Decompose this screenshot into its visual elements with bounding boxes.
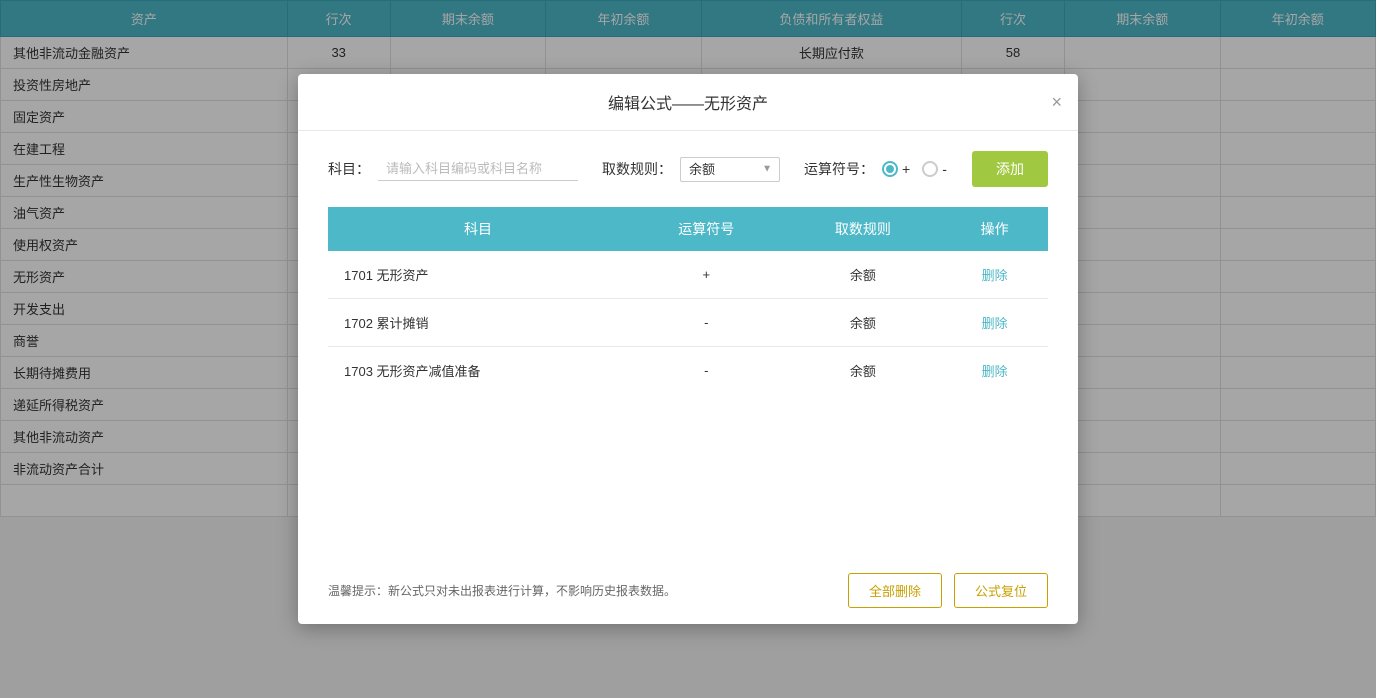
operator-minus-label: - — [942, 161, 947, 177]
edit-formula-modal: 编辑公式——无形资产 × 科目： 取数规则： 余额借方贷方借方发生额贷方发生额 … — [298, 74, 1078, 624]
operator-group: 运算符号： + - — [804, 159, 947, 179]
subject-input[interactable] — [378, 157, 578, 181]
radio-plus-indicator — [882, 161, 898, 177]
cell-operator: - — [628, 299, 785, 347]
delete-all-button[interactable]: 全部删除 — [848, 573, 942, 608]
formula-table: 科目运算符号取数规则操作 1701 无形资产+余额删除1702 累计摊销-余额删… — [328, 207, 1048, 394]
delete-row-button[interactable]: 删除 — [982, 313, 1008, 332]
subject-label: 科目： — [328, 159, 370, 179]
table-row: 1702 累计摊销-余额 删除 — [328, 299, 1048, 347]
footer-tip: 温馨提示：新公式只对未出报表进行计算，不影响历史报表数据。 — [328, 582, 676, 599]
table-row: 1701 无形资产+余额 删除 — [328, 251, 1048, 299]
delete-row-button[interactable]: 删除 — [982, 361, 1008, 380]
rule-group: 取数规则： 余额借方贷方借方发生额贷方发生额 ▼ — [602, 157, 780, 182]
reset-formula-button[interactable]: 公式复位 — [954, 573, 1048, 608]
footer-actions: 全部删除 公式复位 — [848, 573, 1048, 608]
operator-label: 运算符号： — [804, 159, 874, 179]
operator-minus-option[interactable]: - — [922, 161, 947, 177]
cell-rule: 余额 — [785, 251, 942, 299]
rule-label: 取数规则： — [602, 159, 672, 179]
rule-select[interactable]: 余额借方贷方借方发生额贷方发生额 — [680, 157, 780, 182]
cell-action: 删除 — [941, 347, 1048, 395]
modal-header: 编辑公式——无形资产 × — [298, 74, 1078, 131]
close-button[interactable]: × — [1051, 93, 1062, 111]
cell-subject: 1702 累计摊销 — [328, 299, 628, 347]
rule-select-wrapper: 余额借方贷方借方发生额贷方发生额 ▼ — [680, 157, 780, 182]
formula-table-area: 科目运算符号取数规则操作 1701 无形资产+余额删除1702 累计摊销-余额删… — [298, 207, 1078, 557]
modal-title: 编辑公式——无形资产 — [608, 90, 768, 114]
cell-subject: 1701 无形资产 — [328, 251, 628, 299]
form-row: 科目： 取数规则： 余额借方贷方借方发生额贷方发生额 ▼ 运算符号： + — [298, 131, 1078, 207]
cell-subject: 1703 无形资产减值准备 — [328, 347, 628, 395]
operator-plus-option[interactable]: + — [882, 161, 910, 177]
cell-operator: - — [628, 347, 785, 395]
cell-rule: 余额 — [785, 299, 942, 347]
cell-action: 删除 — [941, 299, 1048, 347]
operator-plus-label: + — [902, 161, 910, 177]
modal-footer: 温馨提示：新公式只对未出报表进行计算，不影响历史报表数据。 全部删除 公式复位 — [298, 557, 1078, 624]
cell-action: 删除 — [941, 251, 1048, 299]
cell-operator: + — [628, 251, 785, 299]
cell-rule: 余额 — [785, 347, 942, 395]
radio-minus-indicator — [922, 161, 938, 177]
subject-group: 科目： — [328, 157, 578, 181]
table-row: 1703 无形资产减值准备-余额 删除 — [328, 347, 1048, 395]
add-button[interactable]: 添加 — [972, 151, 1048, 187]
modal-overlay: 编辑公式——无形资产 × 科目： 取数规则： 余额借方贷方借方发生额贷方发生额 … — [0, 0, 1376, 698]
operator-radio-group: + - — [882, 161, 947, 177]
delete-row-button[interactable]: 删除 — [982, 265, 1008, 284]
